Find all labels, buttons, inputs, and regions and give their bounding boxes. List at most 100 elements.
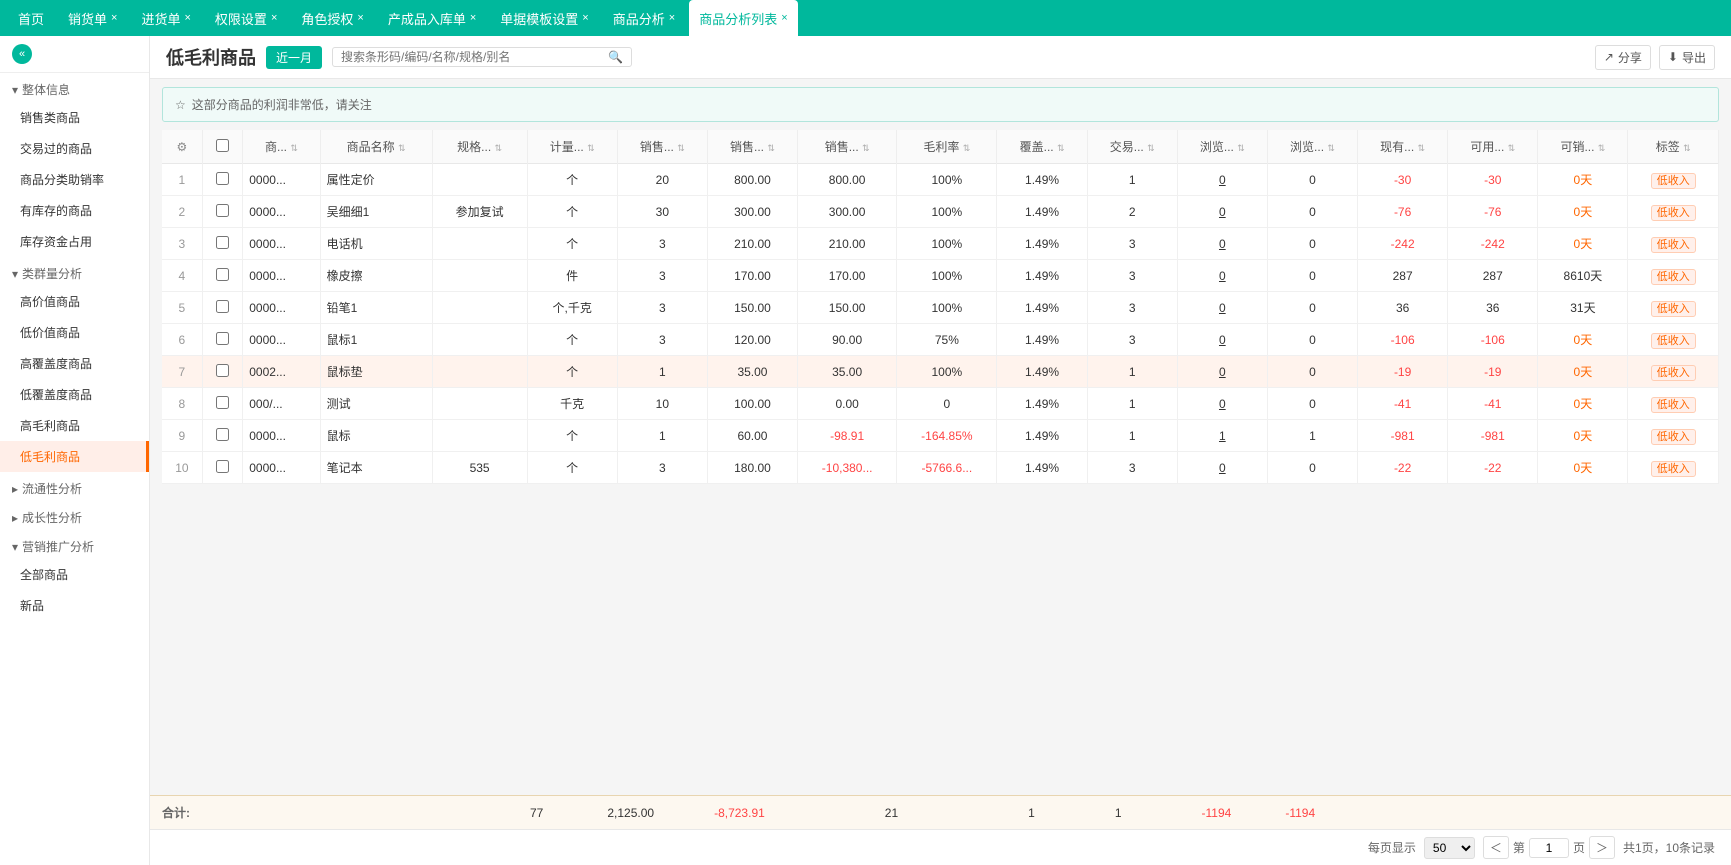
share-button[interactable]: ↗ 分享	[1595, 45, 1651, 70]
cell-browse1[interactable]: 0	[1177, 356, 1267, 388]
cell-checkbox[interactable]	[202, 260, 242, 292]
close-template-settings[interactable]: ×	[582, 12, 588, 24]
cell-browse1[interactable]: 1	[1177, 420, 1267, 452]
cell-name[interactable]: 鼠标垫	[320, 356, 432, 388]
col-code[interactable]: 商... ⇅	[243, 130, 320, 164]
nav-template-settings[interactable]: 单据模板设置 ×	[490, 0, 598, 36]
browse1-link[interactable]: 0	[1219, 461, 1226, 475]
col-spec[interactable]: 规格... ⇅	[432, 130, 527, 164]
cell-checkbox[interactable]	[202, 164, 242, 196]
cell-name[interactable]: 铅笔1	[320, 292, 432, 324]
cell-name[interactable]: 笔记本	[320, 452, 432, 484]
row-checkbox[interactable]	[216, 428, 229, 441]
browse1-link[interactable]: 0	[1219, 269, 1226, 283]
browse1-link[interactable]: 0	[1219, 205, 1226, 219]
search-icon[interactable]: 🔍	[608, 50, 623, 64]
nav-role-auth[interactable]: 角色授权 ×	[291, 0, 373, 36]
col-unit[interactable]: 计量... ⇅	[527, 130, 617, 164]
close-permissions[interactable]: ×	[271, 12, 277, 24]
close-product-analysis-list[interactable]: ×	[781, 12, 787, 24]
col-available[interactable]: 可用... ⇅	[1448, 130, 1538, 164]
select-all-checkbox[interactable]	[216, 139, 229, 152]
cell-name[interactable]: 鼠标	[320, 420, 432, 452]
cell-checkbox[interactable]	[202, 388, 242, 420]
cell-browse1[interactable]: 0	[1177, 164, 1267, 196]
nav-product-warehouse[interactable]: 产成品入库单 ×	[378, 0, 486, 36]
sidebar-group-marketing-title[interactable]: ▾ 营销推广分析	[0, 530, 149, 559]
page-input[interactable]	[1529, 838, 1569, 858]
row-checkbox[interactable]	[216, 204, 229, 217]
sidebar-item-category-sales-rate[interactable]: 商品分类助销率	[0, 164, 149, 195]
cell-checkbox[interactable]	[202, 292, 242, 324]
row-checkbox[interactable]	[216, 300, 229, 313]
row-checkbox[interactable]	[216, 332, 229, 345]
col-sales-price[interactable]: 销售... ⇅	[707, 130, 797, 164]
cell-name[interactable]: 测试	[320, 388, 432, 420]
row-checkbox[interactable]	[216, 172, 229, 185]
close-product-analysis[interactable]: ×	[669, 12, 675, 24]
col-sales-amount[interactable]: 销售... ⇅	[798, 130, 897, 164]
nav-sales-order[interactable]: 销货单 ×	[58, 0, 127, 36]
cell-browse1[interactable]: 0	[1177, 452, 1267, 484]
cell-name[interactable]: 吴细细1	[320, 196, 432, 228]
cell-checkbox[interactable]	[202, 196, 242, 228]
row-checkbox[interactable]	[216, 268, 229, 281]
nav-product-analysis[interactable]: 商品分析 ×	[603, 0, 685, 36]
col-transaction[interactable]: 交易... ⇅	[1087, 130, 1177, 164]
period-button[interactable]: 近一月	[266, 46, 322, 69]
export-button[interactable]: ⬇ 导出	[1659, 45, 1715, 70]
sidebar-group-cluster-title[interactable]: ▾ 类群量分析	[0, 257, 149, 286]
per-page-select[interactable]: 50 100 200	[1424, 837, 1475, 859]
cell-browse1[interactable]: 0	[1177, 196, 1267, 228]
cell-name[interactable]: 属性定价	[320, 164, 432, 196]
sidebar-item-low-profit[interactable]: 低毛利商品	[0, 441, 149, 472]
browse1-link[interactable]: 0	[1219, 333, 1226, 347]
cell-browse1[interactable]: 0	[1177, 228, 1267, 260]
sidebar-group-circulation-title[interactable]: ▸ 流通性分析	[0, 472, 149, 501]
close-sales-order[interactable]: ×	[111, 12, 117, 24]
col-browse1[interactable]: 浏览... ⇅	[1177, 130, 1267, 164]
sidebar-item-traded-goods[interactable]: 交易过的商品	[0, 133, 149, 164]
browse1-link[interactable]: 1	[1219, 429, 1226, 443]
cell-checkbox[interactable]	[202, 228, 242, 260]
browse1-link[interactable]: 0	[1219, 237, 1226, 251]
cell-browse1[interactable]: 0	[1177, 260, 1267, 292]
sidebar-item-high-coverage[interactable]: 高覆盖度商品	[0, 348, 149, 379]
col-saleable[interactable]: 可销... ⇅	[1538, 130, 1628, 164]
search-input[interactable]	[341, 50, 608, 64]
col-settings[interactable]: ⚙	[162, 130, 202, 164]
cell-checkbox[interactable]	[202, 324, 242, 356]
sidebar-group-growth-title[interactable]: ▸ 成长性分析	[0, 501, 149, 530]
cell-checkbox[interactable]	[202, 420, 242, 452]
cell-name[interactable]: 电话机	[320, 228, 432, 260]
settings-icon[interactable]: ⚙	[177, 140, 188, 154]
col-checkbox[interactable]	[202, 130, 242, 164]
cell-checkbox[interactable]	[202, 356, 242, 388]
nav-home[interactable]: 首页	[8, 0, 54, 36]
sidebar-item-high-value[interactable]: 高价值商品	[0, 286, 149, 317]
row-checkbox[interactable]	[216, 364, 229, 377]
cell-name[interactable]: 鼠标1	[320, 324, 432, 356]
search-box[interactable]: 🔍	[332, 47, 632, 67]
col-name[interactable]: 商品名称 ⇅	[320, 130, 432, 164]
prev-page-btn[interactable]: ＜	[1483, 836, 1509, 859]
nav-purchase-order[interactable]: 进货单 ×	[131, 0, 200, 36]
close-product-warehouse[interactable]: ×	[470, 12, 476, 24]
sidebar-collapse-btn[interactable]: «	[12, 44, 32, 64]
cell-browse1[interactable]: 0	[1177, 324, 1267, 356]
browse1-link[interactable]: 0	[1219, 397, 1226, 411]
col-coverage[interactable]: 覆盖... ⇅	[997, 130, 1087, 164]
browse1-link[interactable]: 0	[1219, 173, 1226, 187]
cell-checkbox[interactable]	[202, 452, 242, 484]
sidebar-item-low-value[interactable]: 低价值商品	[0, 317, 149, 348]
sidebar-item-sales-goods[interactable]: 销售类商品	[0, 102, 149, 133]
row-checkbox[interactable]	[216, 236, 229, 249]
col-tag[interactable]: 标签 ⇅	[1628, 130, 1719, 164]
sidebar-item-inventory-capital[interactable]: 库存资金占用	[0, 226, 149, 257]
col-current-stock[interactable]: 现有... ⇅	[1358, 130, 1448, 164]
close-role-auth[interactable]: ×	[357, 12, 363, 24]
nav-product-analysis-list[interactable]: 商品分析列表 ×	[689, 0, 797, 36]
browse1-link[interactable]: 0	[1219, 301, 1226, 315]
sidebar-item-all-goods[interactable]: 全部商品	[0, 559, 149, 590]
cell-browse1[interactable]: 0	[1177, 292, 1267, 324]
